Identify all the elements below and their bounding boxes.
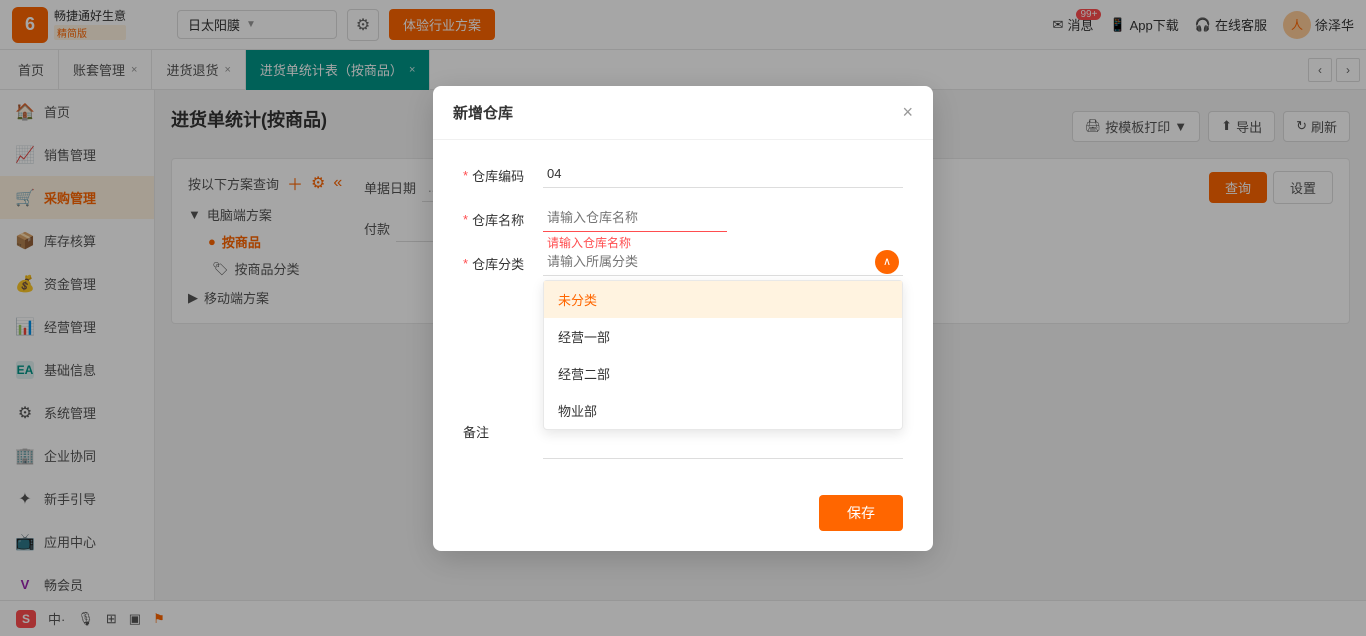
category-dropdown-arrow[interactable]: ∧ bbox=[875, 250, 899, 274]
dropdown-item-0[interactable]: 未分类 bbox=[544, 281, 902, 318]
modal-footer: 保存 bbox=[433, 485, 933, 551]
category-input[interactable] bbox=[543, 248, 903, 276]
dropdown-item-1[interactable]: 经营一部 bbox=[544, 318, 902, 355]
new-warehouse-modal: 新增仓库 × * 仓库编码 * 仓库名称 bbox=[433, 86, 933, 551]
name-input[interactable] bbox=[543, 204, 727, 232]
modal-body: * 仓库编码 * 仓库名称 请输入仓库名称 * bbox=[433, 140, 933, 485]
form-row-category: * 仓库分类 ∧ 未分类 经营一部 经营二部 物业部 bbox=[463, 248, 903, 276]
category-label: * 仓库分类 bbox=[463, 248, 543, 273]
modal-title: 新增仓库 bbox=[453, 102, 513, 123]
dropdown-item-3[interactable]: 物业部 bbox=[544, 392, 902, 429]
dropdown-item-2[interactable]: 经营二部 bbox=[544, 355, 902, 392]
name-label: * 仓库名称 bbox=[463, 204, 543, 229]
save-btn[interactable]: 保存 bbox=[819, 495, 903, 531]
modal-overlay: 新增仓库 × * 仓库编码 * 仓库名称 bbox=[0, 0, 1366, 636]
form-row-name: * 仓库名称 请输入仓库名称 bbox=[463, 204, 903, 232]
code-label: * 仓库编码 bbox=[463, 160, 543, 185]
remark-label: 备注 bbox=[463, 416, 543, 441]
category-select-wrap: ∧ 未分类 经营一部 经营二部 物业部 bbox=[543, 248, 903, 276]
category-dropdown: 未分类 经营一部 经营二部 物业部 bbox=[543, 280, 903, 430]
modal-close-btn[interactable]: × bbox=[902, 103, 913, 121]
form-row-code: * 仓库编码 bbox=[463, 160, 903, 188]
code-input[interactable] bbox=[543, 160, 903, 188]
modal-header: 新增仓库 × bbox=[433, 86, 933, 140]
